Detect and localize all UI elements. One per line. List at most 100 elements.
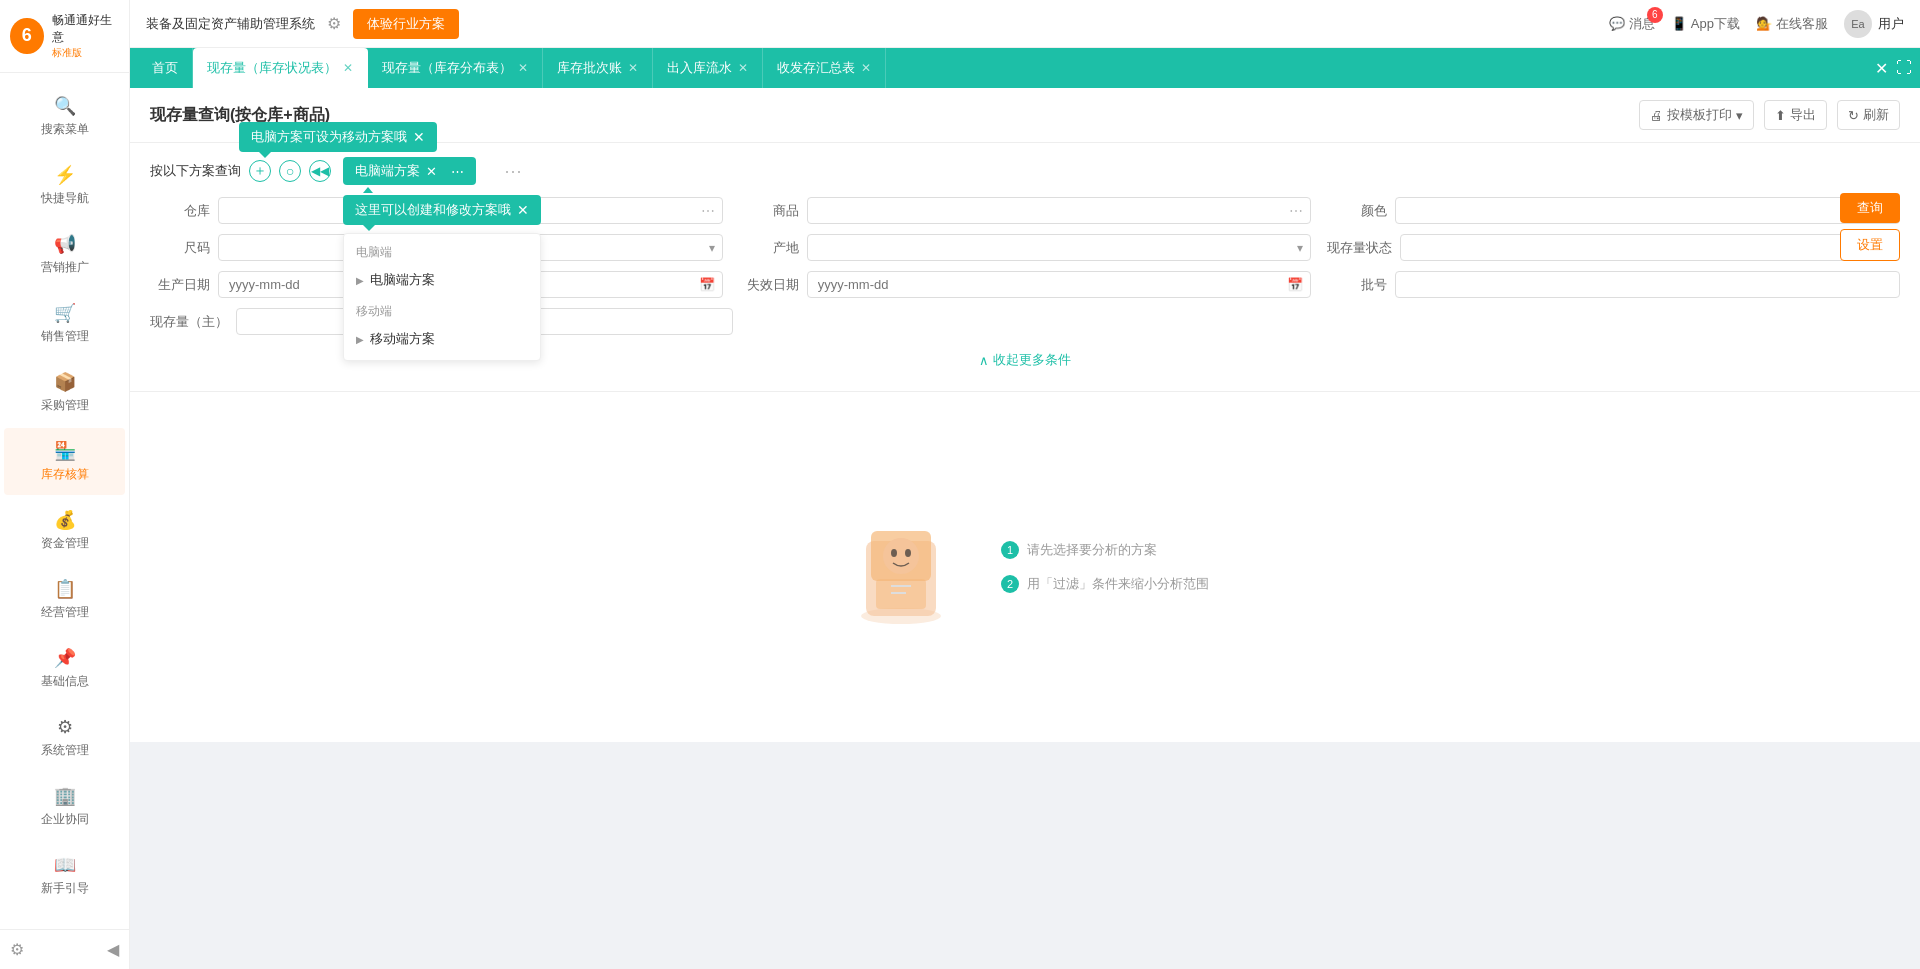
tab-close-all-icon[interactable]: ✕	[1875, 59, 1888, 78]
template-print-btn[interactable]: 🖨 按模板打印 ▾	[1639, 100, 1754, 130]
tab-inventory-status-label: 现存量（库存状况表）	[207, 59, 337, 77]
tab-inout[interactable]: 出入库流水 ✕	[653, 48, 763, 88]
sidebar-item-sales[interactable]: 🛒 销售管理	[4, 290, 125, 357]
collapse-label: 收起更多条件	[993, 351, 1071, 369]
query-btns: 查询 设置	[1840, 193, 1900, 261]
sidebar-item-basic-label: 基础信息	[41, 673, 89, 690]
message-area[interactable]: 💬 消息 6	[1609, 15, 1655, 33]
scheme-tooltip-close[interactable]: ✕	[413, 129, 425, 145]
sidebar-item-finance[interactable]: 💰 资金管理	[4, 497, 125, 564]
sidebar-item-system[interactable]: ⚙ 系统管理	[4, 704, 125, 771]
tab-inventory-status-close[interactable]: ✕	[343, 61, 353, 75]
message-icon: 💬	[1609, 16, 1625, 31]
batch-input[interactable]	[1395, 271, 1900, 298]
scheme-dropdown-container: 电脑端方案 ✕ ⋯ 这里可以创建和修改方案哦 ✕ 电脑端 ▶	[343, 157, 476, 185]
settings-gear-icon[interactable]: ⚙	[327, 14, 341, 33]
tab-inventory-dist-close[interactable]: ✕	[518, 61, 528, 75]
export-btn[interactable]: ⬆ 导出	[1764, 100, 1827, 130]
scheme-item-desktop[interactable]: ▶ 电脑端方案	[344, 265, 540, 295]
tab-collect[interactable]: 收发存汇总表 ✕	[763, 48, 886, 88]
expire-date-wrapper: 📅	[807, 271, 1312, 298]
query-btn[interactable]: 查询	[1840, 193, 1900, 223]
sidebar-item-inventory[interactable]: 🏪 库存核算	[4, 428, 125, 495]
sidebar-item-guide-label: 新手引导	[41, 880, 89, 897]
tab-inout-label: 出入库流水	[667, 59, 732, 77]
tab-collect-label: 收发存汇总表	[777, 59, 855, 77]
add-scheme-btn[interactable]: ＋	[249, 160, 271, 182]
sidebar-item-system-label: 系统管理	[41, 742, 89, 759]
svg-point-3	[883, 538, 919, 574]
logo-badge: 标准版	[52, 46, 119, 60]
empty-tip-1: 1 请先选择要分析的方案	[1001, 537, 1209, 563]
sidebar-item-purchase[interactable]: 📦 采购管理	[4, 359, 125, 426]
collapse-sidebar-icon[interactable]: ◀	[107, 940, 119, 959]
system-nav-icon: ⚙	[57, 716, 73, 738]
filter-goods: 商品 ⋯	[739, 197, 1312, 224]
experience-btn[interactable]: 体验行业方案	[353, 9, 459, 39]
sidebar-item-basic[interactable]: 📌 基础信息	[4, 635, 125, 702]
filter-expire-date: 失效日期 📅	[739, 271, 1312, 298]
user-label: 用户	[1878, 15, 1904, 33]
sidebar-item-purchase-label: 采购管理	[41, 397, 89, 414]
step-2-num: 2	[1001, 575, 1019, 593]
sidebar-bottom: ⚙ ◀	[0, 929, 129, 969]
scheme-tree-header: 电脑端	[344, 240, 540, 265]
tab-fullscreen-icon[interactable]: ⛶	[1896, 59, 1912, 77]
create-tooltip-container: 这里可以创建和修改方案哦 ✕ 电脑端 ▶ 电脑端方案 移动端 ▶	[343, 195, 541, 361]
origin-select-wrapper	[807, 234, 1312, 261]
online-service[interactable]: 💁 在线客服	[1756, 15, 1828, 33]
reset-btn[interactable]: 设置	[1840, 229, 1900, 261]
color-select[interactable]	[1395, 197, 1900, 224]
tab-inventory-status[interactable]: 现存量（库存状况表） ✕	[193, 48, 368, 88]
empty-state: 1 请先选择要分析的方案 2 用「过滤」条件来缩小分析范围	[130, 392, 1920, 742]
app-download[interactable]: 📱 App下载	[1671, 15, 1740, 33]
create-tooltip-text: 这里可以创建和修改方案哦	[355, 201, 511, 219]
scheme-mobile-label: 移动端方案	[370, 330, 435, 348]
empty-tip-2-text: 用「过滤」条件来缩小分析范围	[1027, 571, 1209, 597]
refresh-icon: ↻	[1848, 108, 1859, 123]
tab-inventory-dist[interactable]: 现存量（库存分布表） ✕	[368, 48, 543, 88]
print-icon: 🖨	[1650, 108, 1663, 123]
refresh-btn[interactable]: ↻ 刷新	[1837, 100, 1900, 130]
tab-batch-close[interactable]: ✕	[628, 61, 638, 75]
sidebar-item-search[interactable]: 🔍 搜索菜单	[4, 83, 125, 150]
sidebar-item-ops[interactable]: 📋 经营管理	[4, 566, 125, 633]
sidebar-item-marketing-label: 营销推广	[41, 259, 89, 276]
scheme-tooltip-container: 电脑方案可设为移动方案哦 ✕	[239, 122, 437, 152]
filter-title: 按以下方案查询	[150, 162, 241, 180]
settings-icon[interactable]: ⚙	[10, 940, 24, 959]
tab-home-label: 首页	[152, 59, 178, 77]
sales-nav-icon: 🛒	[54, 302, 76, 324]
scheme-tooltip-text: 电脑方案可设为移动方案哦	[251, 128, 407, 146]
stock-status-select[interactable]	[1400, 234, 1900, 261]
arrow-scheme-btn[interactable]: ◀◀	[309, 160, 331, 182]
filter-more-icon[interactable]: ⋯	[504, 160, 522, 182]
goods-dots-icon: ⋯	[1289, 203, 1303, 219]
sidebar-item-guide[interactable]: 📖 新手引导	[4, 842, 125, 909]
scheme-dots-icon: ⋯	[451, 164, 464, 179]
tab-collect-close[interactable]: ✕	[861, 61, 871, 75]
tab-inout-close[interactable]: ✕	[738, 61, 748, 75]
purchase-nav-icon: 📦	[54, 371, 76, 393]
goods-input[interactable]	[807, 197, 1312, 224]
export-icon: ⬆	[1775, 108, 1786, 123]
edit-scheme-btn[interactable]: ○	[279, 160, 301, 182]
selected-scheme[interactable]: 电脑端方案 ✕ ⋯	[343, 157, 476, 185]
tab-home[interactable]: 首页	[138, 48, 193, 88]
create-tooltip-close[interactable]: ✕	[517, 202, 529, 218]
system-name: 装备及固定资产辅助管理系统	[146, 15, 315, 33]
sidebar-item-quick[interactable]: ⚡ 快捷导航	[4, 152, 125, 219]
origin-select[interactable]	[807, 234, 1312, 261]
sidebar-item-corp-label: 企业协同	[41, 811, 89, 828]
sidebar-item-marketing[interactable]: 📢 营销推广	[4, 221, 125, 288]
scheme-item-mobile[interactable]: ▶ 移动端方案	[344, 324, 540, 354]
tab-inventory-dist-label: 现存量（库存分布表）	[382, 59, 512, 77]
filter-area: 按以下方案查询 ＋ 电脑方案可设为移动方案哦 ✕ ○ ◀◀	[130, 143, 1920, 392]
service-icon: 💁	[1756, 16, 1772, 31]
scheme-close-icon[interactable]: ✕	[426, 164, 437, 179]
expire-date-input[interactable]	[807, 271, 1312, 298]
sidebar-item-corp[interactable]: 🏢 企业协同	[4, 773, 125, 840]
sidebar-item-sales-label: 销售管理	[41, 328, 89, 345]
tab-batch[interactable]: 库存批次账 ✕	[543, 48, 653, 88]
user-area[interactable]: Ea 用户	[1844, 10, 1904, 38]
